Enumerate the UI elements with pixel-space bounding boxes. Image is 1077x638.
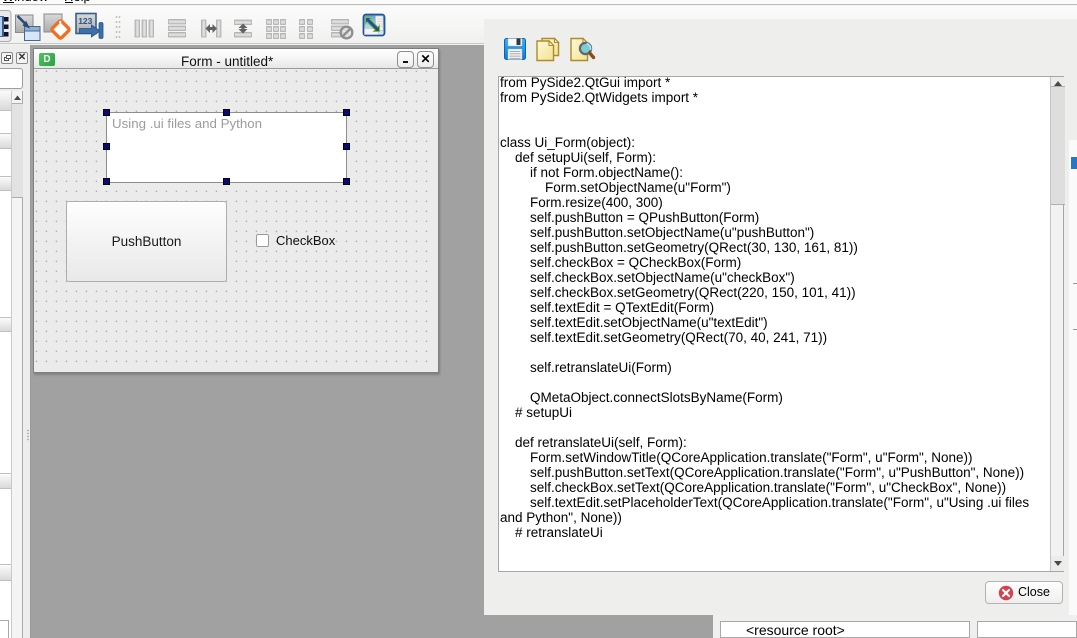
svg-text:123: 123 (78, 16, 92, 26)
